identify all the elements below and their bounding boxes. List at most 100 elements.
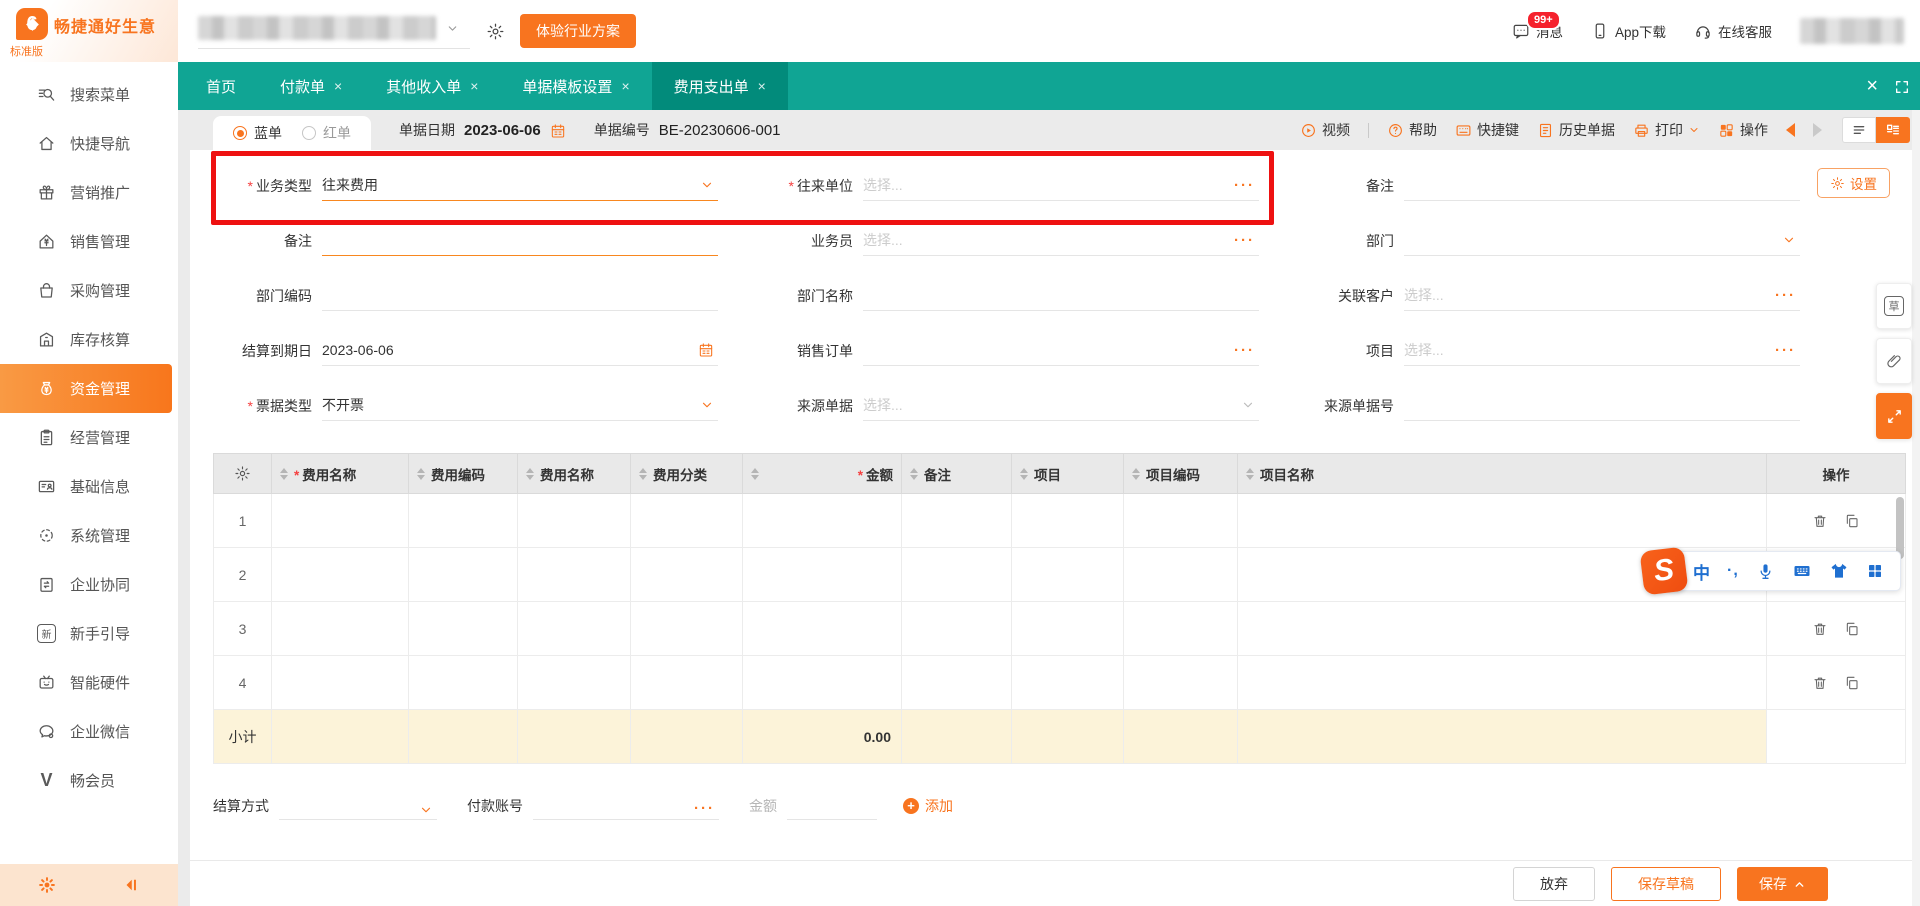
column-header-4[interactable]: 费用分类 [630,453,743,494]
grid-cell[interactable] [630,655,743,710]
grid-cell[interactable] [1011,601,1124,656]
grid-cell[interactable] [517,655,631,710]
sidebar-item-quick-nav[interactable]: 快捷导航 [0,119,178,168]
tab-0[interactable]: 首页 [184,62,258,110]
online-service-button[interactable]: 在线客服 [1694,21,1772,41]
tab-1[interactable]: 付款单 × [258,62,364,110]
sidebar-settings-gear-icon[interactable] [38,876,56,894]
grid-cell[interactable] [408,601,518,656]
toolbar-action-history[interactable]: 历史单据 [1537,120,1615,140]
page-scrollbar-track[interactable] [1912,110,1920,906]
header-settings-gear-icon[interactable] [486,22,505,41]
save-draft-button[interactable]: 保存草稿 [1611,866,1721,901]
copy-row-button[interactable] [1844,620,1860,637]
list-view-toggle-icon[interactable] [1842,117,1876,143]
close-all-tabs-icon[interactable]: × [1866,76,1878,96]
grid-cell[interactable] [1237,493,1767,548]
column-header-6[interactable]: 备注 [901,453,1012,494]
field-input[interactable] [1404,391,1800,421]
column-header-10[interactable]: 操作 [1766,453,1906,494]
company-select[interactable] [198,16,470,49]
grid-cell[interactable] [1011,655,1124,710]
grid-cell[interactable] [271,601,409,656]
field-input[interactable]: 选择... [863,391,1259,421]
grid-cell[interactable] [408,493,518,548]
toolbar-action-hotkey[interactable]: 快捷键 [1455,120,1519,140]
sidebar-collapse-icon[interactable] [122,876,140,894]
sidebar-item-wechat-work[interactable]: 企业微信 [0,707,178,756]
grid-cell[interactable] [742,655,902,710]
delete-row-button[interactable] [1812,620,1828,637]
delete-row-button[interactable] [1812,512,1828,529]
grid-cell[interactable] [1123,547,1238,602]
messages-button[interactable]: 消息 99+ [1512,10,1563,41]
skin-icon[interactable] [1829,561,1849,581]
grid-cell[interactable] [742,547,902,602]
keyboard-icon[interactable] [1792,561,1812,581]
sidebar-item-funds[interactable]: 资金管理 [0,364,172,413]
toolbar-action-grid[interactable]: 操作 [1718,120,1768,140]
sidebar-item-member[interactable]: V 畅会员 [0,756,178,805]
column-header-1[interactable]: * 费用名称 [271,453,409,494]
fullscreen-icon[interactable] [1894,77,1910,94]
field-input[interactable]: 往来费用 [322,171,718,201]
grid-cell[interactable] [630,493,743,548]
draft-box-button[interactable]: 草 [1876,283,1912,329]
sort-icon[interactable] [1020,467,1028,480]
tab-4[interactable]: 费用支出单 × [651,62,788,110]
prev-record-button[interactable] [1786,123,1795,137]
field-input[interactable]: ··· [863,336,1259,366]
column-header-8[interactable]: 项目编码 [1123,453,1238,494]
grid-cell[interactable] [901,655,1012,710]
grid-cell[interactable] [408,655,518,710]
app-download-button[interactable]: App下载 [1591,21,1666,41]
grid-cell[interactable] [630,547,743,602]
column-header-2[interactable]: 费用编码 [408,453,518,494]
pay-account-input[interactable]: ··· [533,792,719,820]
grid-cell[interactable] [630,601,743,656]
sidebar-item-inventory[interactable]: 库存核算 [0,315,178,364]
ellipsis-icon[interactable]: ··· [1234,232,1259,249]
field-input[interactable]: 2023-06-06 [322,336,718,366]
sidebar-item-collaboration[interactable]: 企业协同 [0,560,178,609]
column-header-5[interactable]: * 金额 [742,453,902,494]
sort-icon[interactable] [526,467,534,480]
detail-view-toggle-icon[interactable] [1876,117,1910,143]
ime-mode-toggle[interactable]: 中 [1693,559,1710,584]
field-input[interactable]: 选择... ··· [863,171,1259,201]
red-bill-radio[interactable]: 红单 [302,123,351,143]
toolbar-action-video[interactable]: 视频 [1300,120,1350,140]
grid-cell[interactable] [901,601,1012,656]
toolbar-action-help[interactable]: 帮助 [1387,120,1437,140]
grid-cell[interactable] [271,493,409,548]
pay-amount-input[interactable] [787,792,877,820]
save-button[interactable]: 保存 [1737,866,1828,901]
grid-cell[interactable] [901,547,1012,602]
toolbox-grid-icon[interactable] [1866,562,1884,580]
ellipsis-icon[interactable]: ··· [1234,342,1259,359]
column-header-0[interactable] [213,453,272,494]
ellipsis-icon[interactable]: ··· [694,800,715,817]
grid-cell[interactable] [517,493,631,548]
user-name-redacted[interactable] [1800,18,1904,44]
close-tab-icon[interactable]: × [334,79,342,93]
grid-cell[interactable] [1011,493,1124,548]
sort-icon[interactable] [280,467,288,480]
sidebar-item-search-menu[interactable]: 搜索菜单 [0,70,178,119]
sidebar-item-purchase[interactable]: 采购管理 [0,266,178,315]
ime-punctuation-toggle[interactable]: ·, [1727,562,1739,580]
field-input[interactable] [322,226,718,256]
grid-cell[interactable] [1123,493,1238,548]
calendar-icon[interactable] [698,342,718,358]
sort-icon[interactable] [417,467,425,480]
column-settings-icon[interactable] [222,465,263,482]
grid-cell[interactable] [1011,547,1124,602]
expand-button[interactable] [1876,393,1912,439]
grid-cell[interactable] [742,601,902,656]
ellipsis-icon[interactable]: ··· [1775,342,1800,359]
tab-3[interactable]: 单据模板设置 × [500,62,651,110]
column-header-3[interactable]: 费用名称 [517,453,631,494]
blue-bill-radio[interactable]: 蓝单 [233,123,282,143]
next-record-button[interactable] [1813,123,1822,137]
grid-cell[interactable] [408,547,518,602]
